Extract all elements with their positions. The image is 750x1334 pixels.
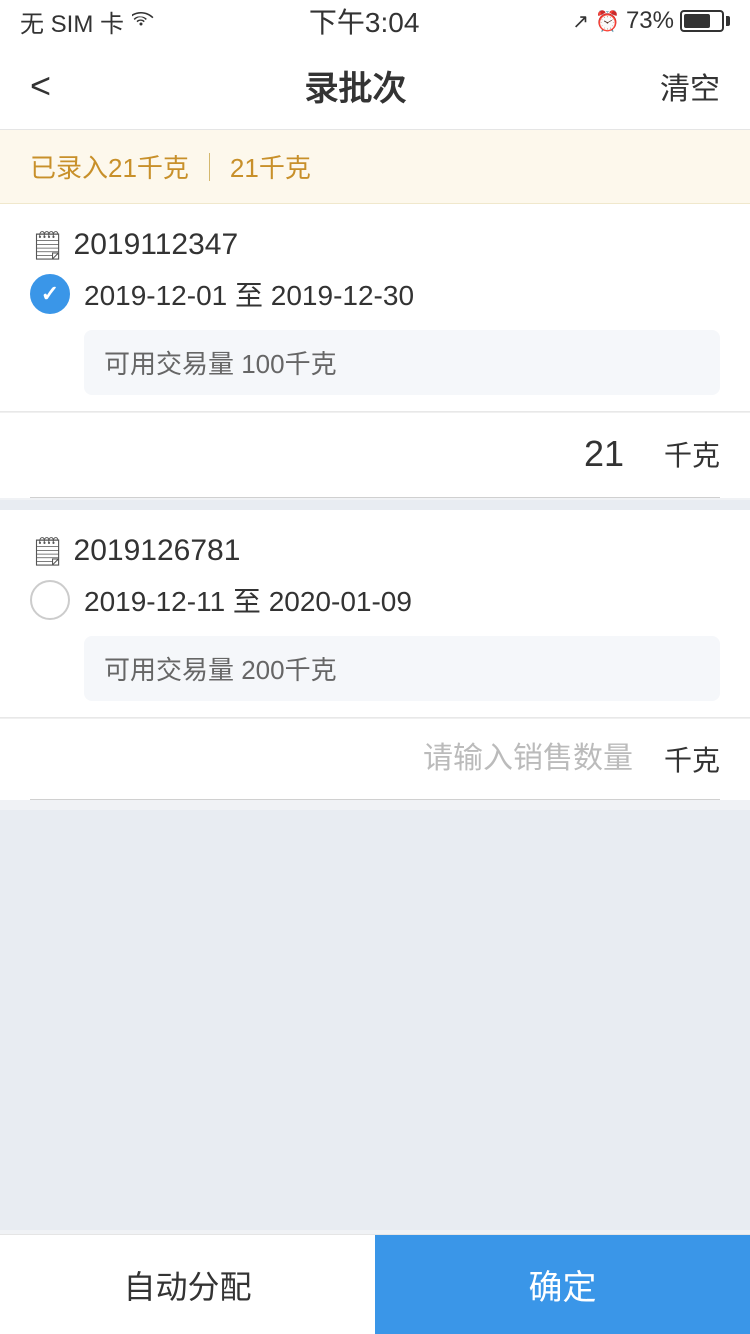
recorded-label: 已录入21千克 [30,148,189,185]
location-icon: ↗ [572,9,589,34]
batch-date-row-2[interactable]: 2019-12-11 至 2020-01-09 [30,580,720,620]
clear-button[interactable]: 清空 [660,64,720,108]
qty-unit-1: 千克 [664,434,720,474]
batch-date-1: 2019-12-01 至 2019-12-30 [84,274,414,314]
avail-text-2: 可用交易量 200千克 [104,655,337,685]
empty-area [0,810,750,1230]
alarm-icon: ⏰ [595,9,620,34]
recorded-value: 21千克 [230,148,311,185]
batch-date-row-1[interactable]: 2019-12-01 至 2019-12-30 [30,274,720,314]
confirm-button[interactable]: 确定 [375,1235,750,1334]
battery-icon [680,10,730,32]
batch-id-row-2: 🗒 2019126781 [30,534,720,568]
status-right: ↗ ⏰ 73% [572,7,730,35]
qty-unit-2: 千克 [664,739,720,779]
qty-row-1: 21 千克 [0,412,750,495]
wifi-icon [132,12,156,30]
batch-id-row-1: 🗒 2019112347 [30,228,720,262]
radio-2[interactable] [30,580,70,620]
status-left: 无 SIM 卡 [20,4,156,39]
auto-distribute-button[interactable]: 自动分配 [0,1235,375,1334]
page-title: 录批次 [305,61,407,110]
banner-divider [209,153,210,181]
info-banner: 已录入21千克 21千克 [0,130,750,204]
battery-pct: 73% [626,7,674,35]
bottom-bar: 自动分配 确定 [0,1234,750,1334]
batch-id-1: 2019112347 [74,228,239,262]
batch-doc-icon-2: 🗒 [30,535,66,568]
status-time: 下午3:04 [309,1,420,41]
no-sim-label: 无 SIM 卡 [20,4,124,39]
batch-card-2: 🗒 2019126781 2019-12-11 至 2020-01-09 可用交… [0,510,750,800]
batch-card-1: 🗒 2019112347 2019-12-01 至 2019-12-30 可用交… [0,204,750,498]
input-row-2: 千克 [0,718,750,799]
avail-box-1: 可用交易量 100千克 [84,330,720,395]
nav-bar: < 录批次 清空 [0,42,750,130]
qty-value-1: 21 [584,433,624,475]
batch-id-2: 2019126781 [74,534,241,568]
batch-date-2: 2019-12-11 至 2020-01-09 [84,580,412,620]
back-button[interactable]: < [30,65,51,107]
section-separator [0,500,750,510]
status-bar: 无 SIM 卡 下午3:04 ↗ ⏰ 73% [0,0,750,42]
qty-input-2[interactable] [368,742,648,776]
radio-1[interactable] [30,274,70,314]
avail-box-2: 可用交易量 200千克 [84,636,720,701]
batch-doc-icon-1: 🗒 [30,229,66,262]
avail-text-1: 可用交易量 100千克 [104,349,337,379]
